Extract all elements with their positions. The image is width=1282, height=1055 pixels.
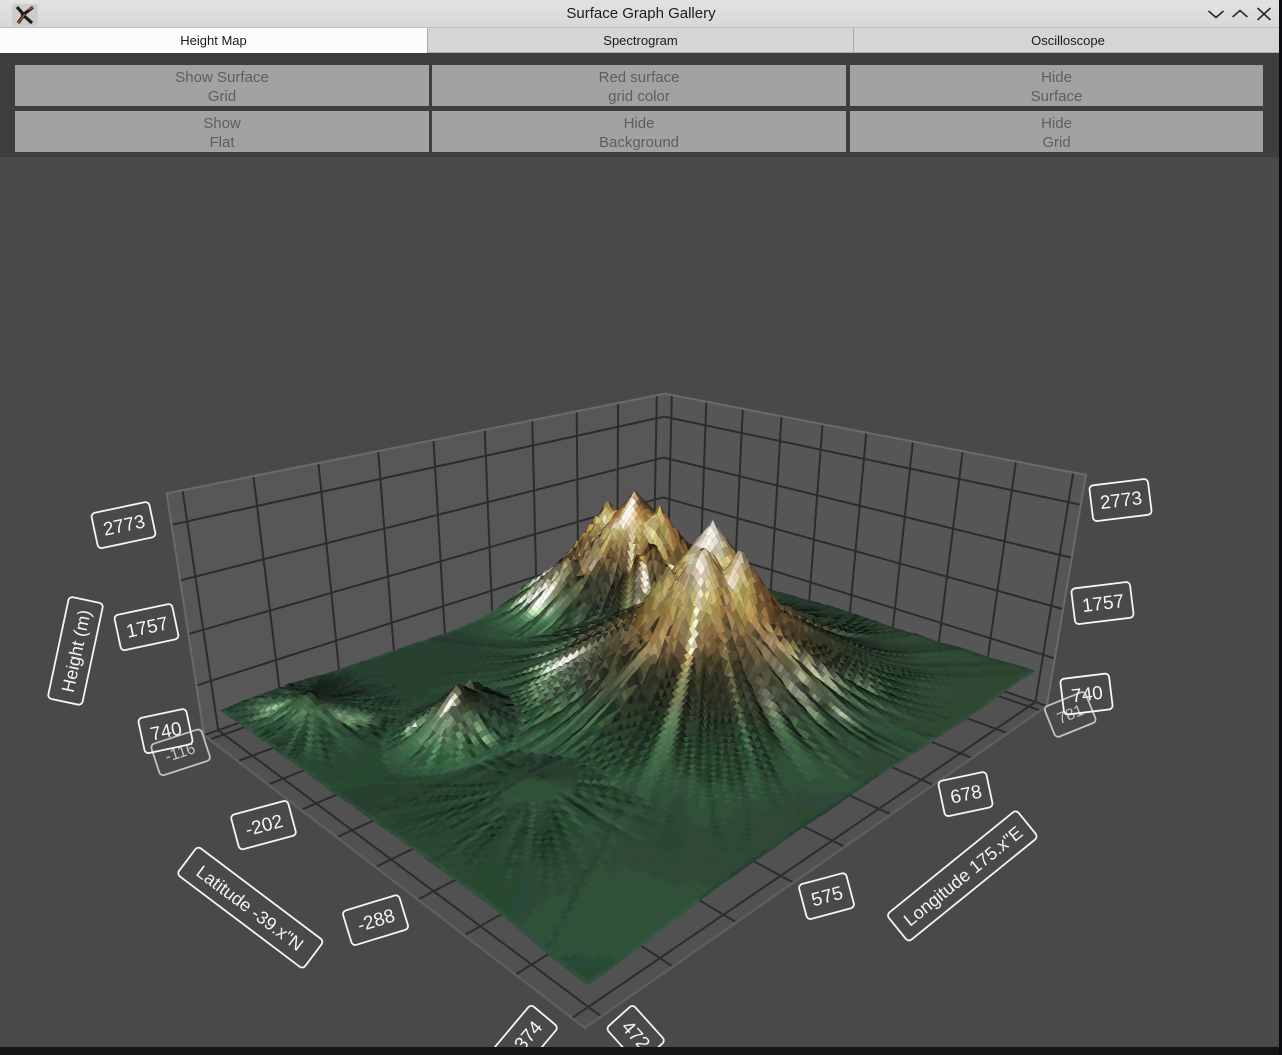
svg-text:-202: -202 bbox=[243, 811, 285, 841]
svg-text:740: 740 bbox=[149, 719, 184, 746]
svg-text:-288: -288 bbox=[355, 905, 398, 936]
svg-text:-374: -374 bbox=[507, 1017, 548, 1047]
svg-text:Latitude -39.x"N: Latitude -39.x"N bbox=[193, 862, 308, 955]
svg-text:2773: 2773 bbox=[101, 511, 147, 540]
svg-text:678: 678 bbox=[949, 782, 984, 809]
svg-text:740: 740 bbox=[1070, 683, 1104, 708]
svg-text:1757: 1757 bbox=[1081, 591, 1126, 617]
svg-text:-116: -116 bbox=[163, 740, 198, 766]
svg-text:575: 575 bbox=[809, 883, 845, 911]
svg-text:2773: 2773 bbox=[1099, 488, 1144, 514]
svg-text:Longitude 175.x"E: Longitude 175.x"E bbox=[900, 822, 1026, 930]
svg-text:1757: 1757 bbox=[124, 613, 170, 642]
